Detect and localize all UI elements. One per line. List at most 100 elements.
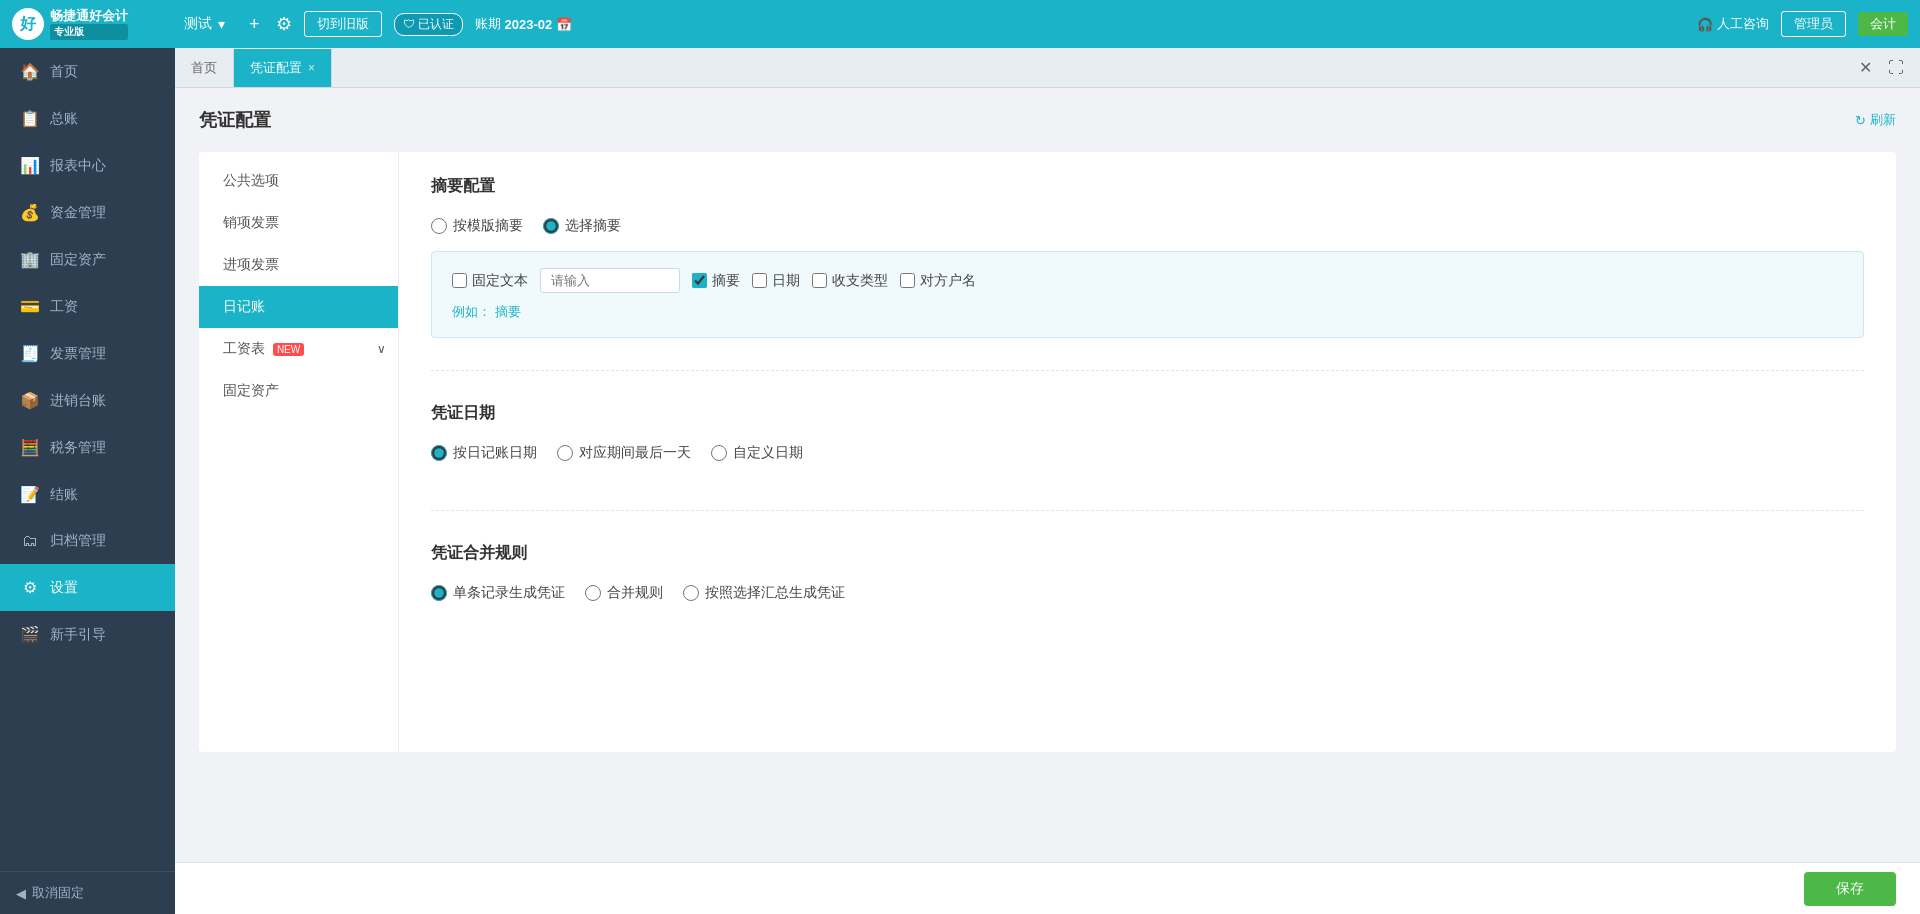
topbar: 好 畅捷通好会计 专业版 测试 ▾ + ⚙ 切到旧版 🛡 已认证 账期 2023… (0, 0, 1920, 48)
sidebar-label-settings: 设置 (50, 579, 78, 597)
payment-type-option[interactable]: 收支类型 (812, 272, 888, 290)
logo-title: 畅捷通好会计 (50, 8, 128, 24)
calendar-icon[interactable]: 📅 (556, 17, 572, 32)
sidebar-item-guide[interactable]: 🎬 新手引导 (0, 611, 175, 658)
sidebar-item-invoice[interactable]: 🧾 发票管理 (0, 330, 175, 377)
dropdown-icon: ▾ (218, 16, 225, 32)
topbar-actions: + ⚙ 切到旧版 (245, 9, 382, 39)
summary-template-radio[interactable] (431, 218, 447, 234)
fixed-text-option[interactable]: 固定文本 (452, 272, 528, 290)
home-icon: 🏠 (20, 62, 40, 81)
tab-maximize-button[interactable]: ⛶ (1884, 55, 1908, 81)
settings-button[interactable]: ⚙ (272, 9, 296, 39)
tab-close-icon[interactable]: × (308, 61, 315, 75)
sidebar-item-settings[interactable]: ⚙ 设置 (0, 564, 175, 611)
switch-version-button[interactable]: 切到旧版 (304, 11, 382, 37)
payroll-icon: 💳 (20, 297, 40, 316)
merge-single-option[interactable]: 单条记录生成凭证 (431, 584, 565, 602)
project-selector[interactable]: 测试 ▾ (184, 15, 225, 33)
summary-radio-group: 按模版摘要 选择摘要 (431, 217, 1864, 235)
sidebar-item-assets[interactable]: 🏢 固定资产 (0, 236, 175, 283)
summary-config-section: 摘要配置 按模版摘要 选择摘要 (431, 176, 1864, 371)
logo-icon: 好 (12, 8, 44, 40)
date-journal-radio[interactable] (431, 445, 447, 461)
sidebar-pin-toggle[interactable]: ◀ 取消固定 (0, 871, 175, 914)
user-button[interactable]: 管理员 (1781, 11, 1846, 37)
summary-select-radio[interactable] (543, 218, 559, 234)
config-nav-journal[interactable]: 日记账 (199, 286, 398, 328)
sidebar-item-payroll[interactable]: 💳 工资 (0, 283, 175, 330)
project-name: 测试 (184, 15, 212, 33)
merge-config-section: 凭证合并规则 单条记录生成凭证 合并规则 (431, 543, 1864, 650)
merge-rules-radio[interactable] (585, 585, 601, 601)
tab-home[interactable]: 首页 (175, 49, 234, 87)
date-section-title: 凭证日期 (431, 403, 1864, 424)
tab-voucher-config[interactable]: 凭证配置 × (234, 49, 332, 87)
shield-icon: 🛡 (403, 17, 415, 31)
merge-single-radio[interactable] (431, 585, 447, 601)
config-nav-purchase-invoice[interactable]: 进项发票 (199, 244, 398, 286)
unpin-icon: ◀ (16, 886, 26, 901)
config-nav-public[interactable]: 公共选项 (199, 160, 398, 202)
date-custom-option[interactable]: 自定义日期 (711, 444, 803, 462)
config-nav-payroll[interactable]: 工资表 NEW ∨ (199, 328, 398, 370)
guide-icon: 🎬 (20, 625, 40, 644)
config-nav-fixed-assets[interactable]: 固定资产 (199, 370, 398, 412)
refresh-icon: ↻ (1855, 113, 1866, 128)
merge-summary-option[interactable]: 按照选择汇总生成凭证 (683, 584, 845, 602)
sidebar-label-stock: 进销台账 (50, 392, 106, 410)
tab-close-window-button[interactable]: ✕ (1855, 54, 1876, 81)
sidebar-item-home[interactable]: 🏠 首页 (0, 48, 175, 95)
counterparty-option[interactable]: 对方户名 (900, 272, 976, 290)
chevron-down-icon: ∨ (377, 342, 386, 356)
sidebar-item-reports[interactable]: 📊 报表中心 (0, 142, 175, 189)
sidebar-item-funds[interactable]: 💰 资金管理 (0, 189, 175, 236)
fixed-text-checkbox[interactable] (452, 273, 467, 288)
counterparty-checkbox[interactable] (900, 273, 915, 288)
sidebar-label-archive: 归档管理 (50, 532, 106, 550)
headset-icon: 🎧 (1697, 17, 1713, 32)
date-last-day-radio[interactable] (557, 445, 573, 461)
sidebar-label-funds: 资金管理 (50, 204, 106, 222)
sidebar-label-reports: 报表中心 (50, 157, 106, 175)
tab-bar: 首页 凭证配置 × ✕ ⛶ (175, 48, 1920, 88)
verified-badge: 🛡 已认证 (394, 13, 463, 36)
date-last-day-option[interactable]: 对应期间最后一天 (557, 444, 691, 462)
date-checkbox[interactable] (752, 273, 767, 288)
merge-summary-radio[interactable] (683, 585, 699, 601)
page-title-text: 凭证配置 (199, 108, 271, 132)
summary-check-option[interactable]: 摘要 (692, 272, 740, 290)
summary-select-option[interactable]: 选择摘要 (543, 217, 621, 235)
sidebar-item-ledger[interactable]: 📋 总账 (0, 95, 175, 142)
config-nav-sales-invoice[interactable]: 销项发票 (199, 202, 398, 244)
summary-checkbox[interactable] (692, 273, 707, 288)
merge-section-title: 凭证合并规则 (431, 543, 1864, 564)
sidebar-item-close[interactable]: 📝 结账 (0, 471, 175, 518)
main-layout: 🏠 首页 📋 总账 📊 报表中心 💰 资金管理 🏢 固定资产 💳 工资 (0, 48, 1920, 914)
save-button[interactable]: 保存 (1804, 872, 1896, 906)
merge-rules-option[interactable]: 合并规则 (585, 584, 663, 602)
assets-icon: 🏢 (20, 250, 40, 269)
bottom-bar: 保存 (175, 862, 1920, 914)
consult-button[interactable]: 🎧 人工咨询 (1697, 15, 1769, 33)
sidebar-item-tax[interactable]: 🧮 税务管理 (0, 424, 175, 471)
verified-status: 🛡 已认证 (394, 13, 463, 36)
summary-options-row: 固定文本 摘要 日期 (452, 268, 1843, 293)
settings-icon: ⚙ (20, 578, 40, 597)
sidebar-item-archive[interactable]: 🗂 归档管理 (0, 518, 175, 564)
summary-template-option[interactable]: 按模版摘要 (431, 217, 523, 235)
date-journal-option[interactable]: 按日记账日期 (431, 444, 537, 462)
sidebar-item-stock[interactable]: 📦 进销台账 (0, 377, 175, 424)
payment-type-checkbox[interactable] (812, 273, 827, 288)
logo-edition: 专业版 (50, 24, 128, 40)
page-header: 凭证配置 ↻ 刷新 (199, 108, 1896, 132)
date-check-option[interactable]: 日期 (752, 272, 800, 290)
sidebar-nav: 🏠 首页 📋 总账 📊 报表中心 💰 资金管理 🏢 固定资产 💳 工资 (0, 48, 175, 871)
add-button[interactable]: + (245, 10, 264, 39)
refresh-button[interactable]: ↻ 刷新 (1855, 111, 1896, 129)
date-custom-radio[interactable] (711, 445, 727, 461)
sidebar-label-close: 结账 (50, 486, 78, 504)
fixed-text-input[interactable] (540, 268, 680, 293)
tab-home-label: 首页 (191, 59, 217, 77)
accountant-button[interactable]: 会计 (1858, 12, 1908, 36)
